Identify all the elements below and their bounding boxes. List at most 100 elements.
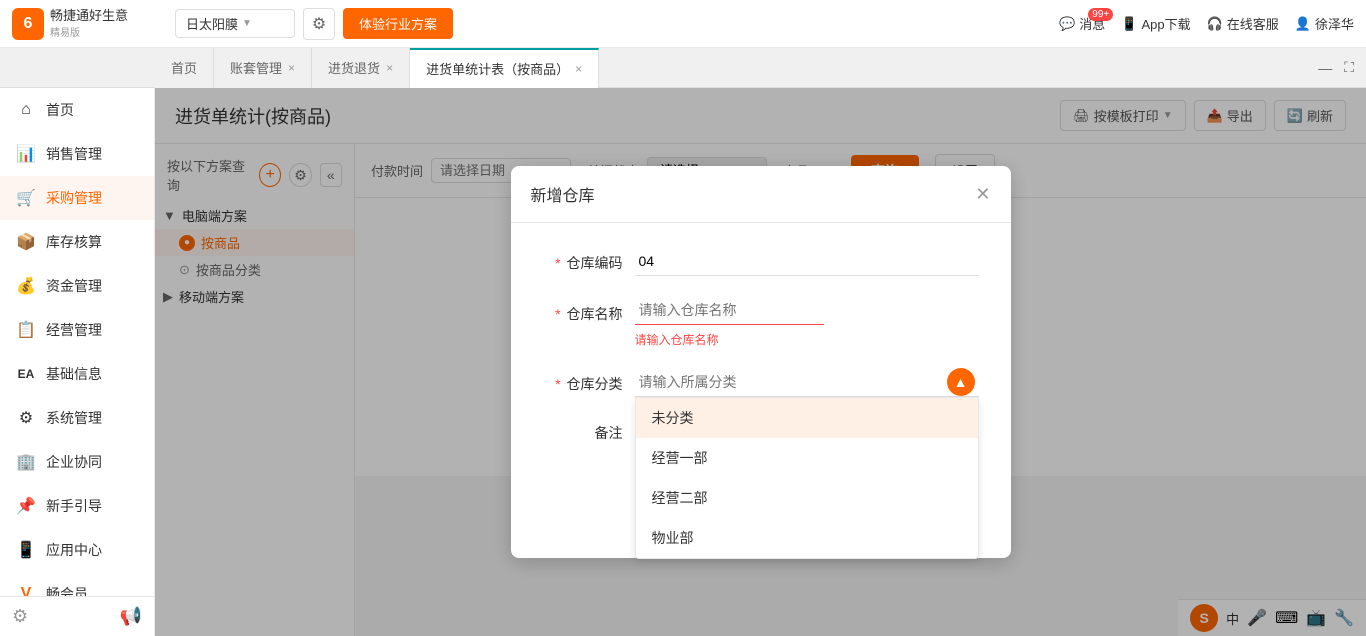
service-button[interactable]: 🎧 在线客服 [1207, 14, 1279, 33]
tab-account-close-icon[interactable]: × [288, 61, 295, 75]
category-field-row: * 仓库分类 ▲ 未分类 [543, 368, 979, 397]
dropdown-item-dept2[interactable]: 经营二部 [636, 478, 978, 518]
sidebar-sales-label: 销售管理 [46, 144, 102, 164]
name-label: * 仓库名称 [543, 298, 623, 324]
sidebar-item-apps[interactable]: 📱 应用中心 [0, 528, 154, 572]
sidebar-item-home[interactable]: ⌂ 首页 [0, 88, 154, 132]
tab-home-label: 首页 [171, 58, 197, 77]
sidebar-bottom-bar: ⚙ 📢 [0, 596, 155, 636]
settings-bottom-icon[interactable]: ⚙ [12, 606, 28, 627]
category-input[interactable] [635, 368, 979, 396]
modal-overlay: 新增仓库 ✕ * 仓库编码 [155, 88, 1366, 636]
logo-sub: 精易版 [50, 24, 128, 39]
modal-title: 新增仓库 [531, 182, 595, 206]
modal-body: * 仓库编码 * 仓库名称 [511, 223, 1011, 490]
category-label: * 仓库分类 [543, 368, 623, 394]
tab-purchase-return-label: 进货退货 [328, 58, 380, 77]
modal-header: 新增仓库 ✕ [511, 166, 1011, 223]
notifications-badge: 99+ [1088, 8, 1113, 21]
app-label: App下载 [1141, 14, 1190, 33]
store-name: 日太阳膜 [186, 14, 238, 33]
system-icon: ⚙ [16, 408, 36, 428]
name-error-hint: 请输入仓库名称 [635, 331, 719, 348]
top-bar: 6 畅捷通好生意 精易版 日太阳膜 ▼ ⚙ 体验行业方案 💬 消息 99+ 📱 … [0, 0, 1366, 48]
sidebar-item-business[interactable]: 📋 经营管理 [0, 308, 154, 352]
add-warehouse-modal: 新增仓库 ✕ * 仓库编码 [511, 166, 1011, 558]
category-toggle-button[interactable]: ▲ [947, 368, 975, 396]
home-icon: ⌂ [16, 100, 36, 120]
tab-purchase-stats-close-icon[interactable]: × [575, 62, 582, 76]
sidebar-guide-label: 新手引导 [46, 496, 102, 516]
tab-expand-button[interactable]: ⛶ [1340, 57, 1358, 78]
sidebar-basic-label: 基础信息 [46, 364, 102, 384]
sidebar-item-sales[interactable]: 📊 销售管理 [0, 132, 154, 176]
sidebar: ⌂ 首页 📊 销售管理 🛒 采购管理 📦 库存核算 💰 资金管理 📋 经营管理 … [0, 88, 155, 636]
message-icon: 💬 [1059, 16, 1075, 32]
sidebar-purchase-label: 采购管理 [46, 188, 102, 208]
tab-bar: 首页 账套管理 × 进货退货 × 进货单统计表（按商品） × — ⛶ [0, 48, 1366, 88]
headset-icon: 🎧 [1207, 16, 1223, 32]
required-mark: * [555, 255, 560, 271]
sidebar-finance-label: 资金管理 [46, 276, 102, 296]
content-area: 进货单统计(按商品) 🖨 按模板打印 ▼ 📤 导出 🔄 刷新 [155, 88, 1366, 636]
app-download-button[interactable]: 📱 App下载 [1121, 14, 1190, 33]
logo-text: 畅捷通好生意 [50, 8, 128, 25]
enterprise-icon: 🏢 [16, 452, 36, 472]
trial-button[interactable]: 体验行业方案 [343, 8, 453, 39]
code-field-row: * 仓库编码 [543, 247, 979, 276]
sidebar-home-label: 首页 [46, 100, 74, 120]
tab-account-label: 账套管理 [230, 58, 282, 77]
note-label: 备注 [543, 417, 623, 443]
service-label: 在线客服 [1227, 14, 1279, 33]
logo-area: 6 畅捷通好生意 精易版 [12, 8, 167, 40]
inventory-icon: 📦 [16, 232, 36, 252]
tab-minimize-button[interactable]: — [1314, 58, 1336, 78]
username: 徐泽华 [1315, 14, 1354, 33]
dropdown-item-property[interactable]: 物业部 [636, 518, 978, 558]
sidebar-item-basic[interactable]: EA 基础信息 [0, 352, 154, 396]
main-layout: ⌂ 首页 📊 销售管理 🛒 采购管理 📦 库存核算 💰 资金管理 📋 经营管理 … [0, 88, 1366, 636]
speaker-icon[interactable]: 📢 [120, 606, 142, 627]
store-arrow-icon: ▼ [242, 18, 252, 29]
sidebar-item-guide[interactable]: 📌 新手引导 [0, 484, 154, 528]
sidebar-item-purchase[interactable]: 🛒 采购管理 [0, 176, 154, 220]
apps-icon: 📱 [16, 540, 36, 560]
sidebar-enterprise-label: 企业协同 [46, 452, 102, 472]
basic-info-icon: EA [16, 364, 36, 384]
sidebar-item-finance[interactable]: 💰 资金管理 [0, 264, 154, 308]
store-selector[interactable]: 日太阳膜 ▼ [175, 9, 295, 38]
sidebar-item-system[interactable]: ⚙ 系统管理 [0, 396, 154, 440]
user-profile-button[interactable]: 👤 徐泽华 [1295, 14, 1354, 33]
tab-purchase-return-close-icon[interactable]: × [386, 61, 393, 75]
sales-icon: 📊 [16, 144, 36, 164]
business-icon: 📋 [16, 320, 36, 340]
settings-gear-button[interactable]: ⚙ [303, 8, 335, 40]
guide-icon: 📌 [16, 496, 36, 516]
sidebar-item-inventory[interactable]: 📦 库存核算 [0, 220, 154, 264]
tab-controls: — ⛶ [1314, 57, 1366, 78]
sidebar-apps-label: 应用中心 [46, 540, 102, 560]
notifications-button[interactable]: 💬 消息 99+ [1059, 14, 1105, 33]
sidebar-business-label: 经营管理 [46, 320, 102, 340]
purchase-icon: 🛒 [16, 188, 36, 208]
app-icon: 📱 [1121, 16, 1137, 32]
dropdown-item-unclassified[interactable]: 未分类 [636, 398, 978, 438]
tab-account[interactable]: 账套管理 × [214, 48, 312, 88]
sidebar-inventory-label: 库存核算 [46, 232, 102, 252]
modal-close-button[interactable]: ✕ [975, 184, 990, 205]
sidebar-item-enterprise[interactable]: 🏢 企业协同 [0, 440, 154, 484]
top-right-actions: 💬 消息 99+ 📱 App下载 🎧 在线客服 👤 徐泽华 [1059, 14, 1354, 33]
sidebar-system-label: 系统管理 [46, 408, 102, 428]
logo-icon: 6 [12, 8, 44, 40]
finance-icon: 💰 [16, 276, 36, 296]
category-input-wrap: ▲ [635, 368, 979, 397]
tab-home[interactable]: 首页 [155, 48, 214, 88]
code-input[interactable] [635, 247, 979, 276]
code-label: * 仓库编码 [543, 247, 623, 273]
tab-purchase-return[interactable]: 进货退货 × [312, 48, 410, 88]
dropdown-item-dept1[interactable]: 经营一部 [636, 438, 978, 478]
category-dropdown: 未分类 经营一部 经营二部 物业部 [635, 397, 979, 559]
tab-purchase-stats[interactable]: 进货单统计表（按商品） × [410, 48, 599, 88]
name-input[interactable] [635, 296, 824, 325]
tab-purchase-stats-label: 进货单统计表（按商品） [426, 59, 569, 78]
